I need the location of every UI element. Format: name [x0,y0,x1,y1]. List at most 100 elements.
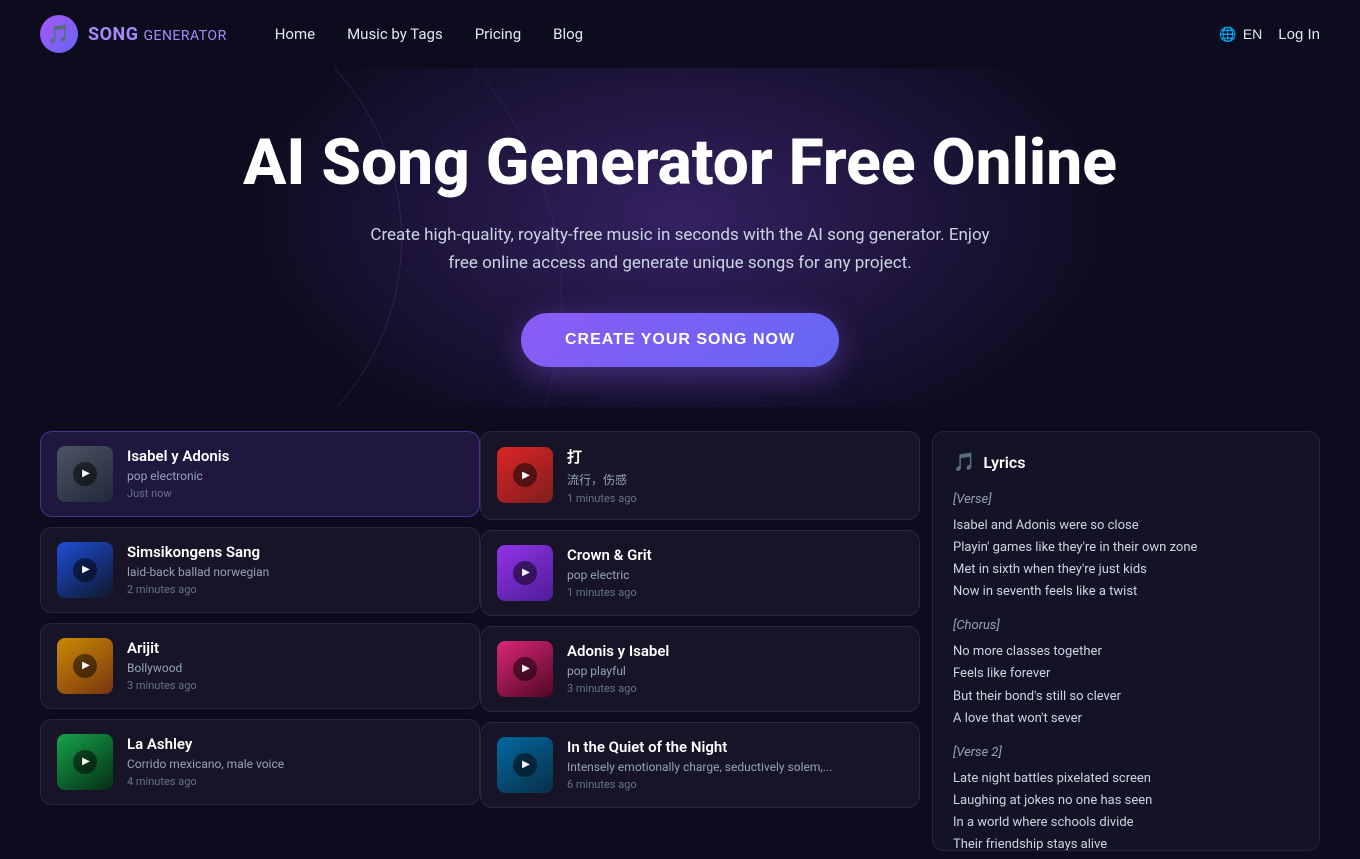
chorus-label: [Chorus] [953,615,1299,637]
song-thumbnail-da: ▶ [497,447,553,503]
song-info-la-ashley: La Ashley Corrido mexicano, male voice 4… [127,735,463,788]
nav-right: 🌐 EN Log In [1219,26,1320,43]
song-tags: laid-back ballad norwegian [127,565,463,579]
logo[interactable]: 🎵 SONG GENERATOR [40,15,227,53]
song-time: 1 minutes ago [567,492,903,505]
song-thumbnail-arijit: ▶ [57,638,113,694]
song-title: Adonis y Isabel [567,642,903,660]
song-time: 3 minutes ago [127,679,463,692]
song-tags: 流行，伤感 [567,471,903,488]
play-overlay: ▶ [497,447,553,503]
song-tags: pop electric [567,568,903,582]
play-overlay: ▶ [57,638,113,694]
song-time: 4 minutes ago [127,775,463,788]
song-info-da: 打 流行，伤感 1 minutes ago [567,446,903,505]
song-title: In the Quiet of the Night [567,738,903,756]
song-info-crown-grit: Crown & Grit pop electric 1 minutes ago [567,546,903,599]
verse-label-2: [Verse 2] [953,742,1299,764]
song-time: 3 minutes ago [567,682,903,695]
play-icon: ▶ [513,753,537,777]
song-thumbnail-crown-grit: ▶ [497,545,553,601]
song-tags: pop playful [567,664,903,678]
lyric-line: Their friendship stays alive [953,834,1299,851]
play-icon: ▶ [73,750,97,774]
lyric-line: Now in seventh feels like a twist [953,581,1299,603]
song-info-simsik: Simsikongens Sang laid-back ballad norwe… [127,543,463,596]
play-icon: ▶ [73,654,97,678]
hero-title: AI Song Generator Free Online [20,128,1340,198]
lyrics-body: [Verse] Isabel and Adonis were so close … [953,489,1299,851]
play-overlay: ▶ [57,734,113,790]
lyric-line: Met in sixth when they're just kids [953,559,1299,581]
lyric-line: In a world where schools divide [953,812,1299,834]
song-info-quiet-night: In the Quiet of the Night Intensely emot… [567,738,903,791]
lyric-line: A love that won't sever [953,708,1299,730]
song-tags: Intensely emotionally charge, seductivel… [567,760,903,774]
song-card-arijit[interactable]: ▶ Arijit Bollywood 3 minutes ago [40,623,480,709]
song-info-adonis-isabel: Adonis y Isabel pop playful 3 minutes ag… [567,642,903,695]
create-song-button[interactable]: CREATE YOUR SONG NOW [521,313,839,367]
play-overlay: ▶ [497,641,553,697]
lyric-line: Feels like forever [953,663,1299,685]
song-time: Just now [127,487,463,500]
song-title: 打 [567,446,903,467]
nav-pricing[interactable]: Pricing [475,25,521,43]
lyrics-header: 🎵 Lyrics [953,452,1299,473]
song-time: 6 minutes ago [567,778,903,791]
song-card-crown-grit[interactable]: ▶ Crown & Grit pop electric 1 minutes ag… [480,530,920,616]
song-card-da[interactable]: ▶ 打 流行，伤感 1 minutes ago [480,431,920,520]
song-thumbnail-isabel-adonis: ▶ [57,446,113,502]
song-card-isabel-adonis[interactable]: ▶ Isabel y Adonis pop electronic Just no… [40,431,480,517]
song-time: 1 minutes ago [567,586,903,599]
lyrics-verse-1: [Verse] Isabel and Adonis were so close … [953,489,1299,603]
lyric-line: Laughing at jokes no one has seen [953,790,1299,812]
songs-right-column: ▶ 打 流行，伤感 1 minutes ago ▶ Crown & Grit p… [480,431,920,851]
play-overlay: ▶ [497,545,553,601]
lyrics-title: Lyrics [983,453,1025,472]
play-overlay: ▶ [57,446,113,502]
play-icon: ▶ [513,463,537,487]
lyrics-chorus: [Chorus] No more classes together Feels … [953,615,1299,729]
lyric-line: Late night battles pixelated screen [953,768,1299,790]
song-title: Arijit [127,639,463,657]
song-thumbnail-la-ashley: ▶ [57,734,113,790]
lyric-line: No more classes together [953,641,1299,663]
song-tags: Corrido mexicano, male voice [127,757,463,771]
nav-music-by-tags[interactable]: Music by Tags [347,25,443,43]
lyric-line: Playin' games like they're in their own … [953,537,1299,559]
song-time: 2 minutes ago [127,583,463,596]
song-title: Crown & Grit [567,546,903,564]
nav-home[interactable]: Home [275,25,315,43]
nav-blog[interactable]: Blog [553,25,583,43]
song-card-quiet-night[interactable]: ▶ In the Quiet of the Night Intensely em… [480,722,920,808]
navbar: 🎵 SONG GENERATOR Home Music by Tags Pric… [0,0,1360,68]
verse-label-1: [Verse] [953,489,1299,511]
song-thumbnail-quiet-night: ▶ [497,737,553,793]
play-icon: ▶ [513,561,537,585]
language-button[interactable]: 🌐 EN [1219,26,1262,43]
song-card-simsik[interactable]: ▶ Simsikongens Sang laid-back ballad nor… [40,527,480,613]
nav-links: Home Music by Tags Pricing Blog [275,25,1220,43]
song-title: Simsikongens Sang [127,543,463,561]
song-info-arijit: Arijit Bollywood 3 minutes ago [127,639,463,692]
song-tags: Bollywood [127,661,463,675]
play-icon: ▶ [73,462,97,486]
song-thumbnail-simsik: ▶ [57,542,113,598]
play-icon: ▶ [73,558,97,582]
song-card-adonis-isabel[interactable]: ▶ Adonis y Isabel pop playful 3 minutes … [480,626,920,712]
hero-section: AI Song Generator Free Online Create hig… [0,68,1360,407]
login-button[interactable]: Log In [1278,26,1320,43]
lyrics-panel: 🎵 Lyrics [Verse] Isabel and Adonis were … [932,431,1320,851]
song-card-la-ashley[interactable]: ▶ La Ashley Corrido mexicano, male voice… [40,719,480,805]
play-icon: ▶ [513,657,537,681]
globe-icon: 🌐 [1219,26,1236,43]
song-tags: pop electronic [127,469,463,483]
lyric-line: But their bond's still so clever [953,686,1299,708]
play-overlay: ▶ [57,542,113,598]
lyric-line: Isabel and Adonis were so close [953,515,1299,537]
play-overlay: ▶ [497,737,553,793]
logo-icon: 🎵 [40,15,78,53]
song-title: Isabel y Adonis [127,447,463,465]
lyrics-verse-2: [Verse 2] Late night battles pixelated s… [953,742,1299,851]
music-icon: 🎵 [953,452,975,473]
